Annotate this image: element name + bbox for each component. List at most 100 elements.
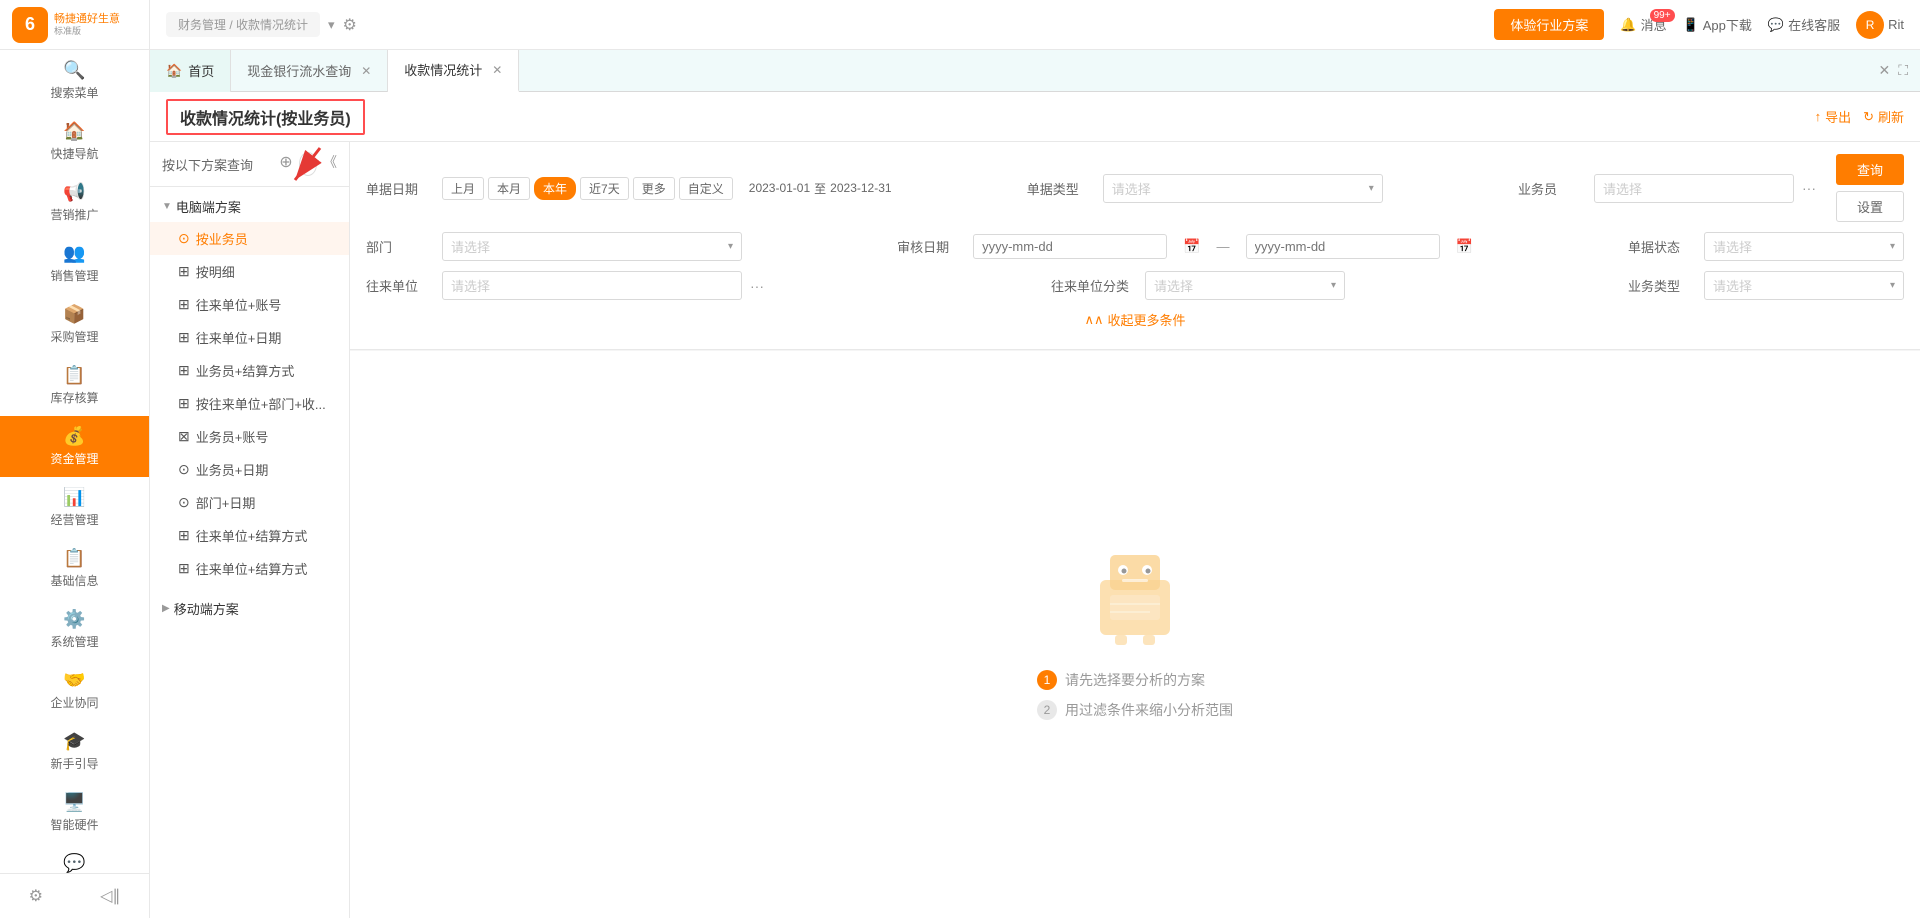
sidebar-item-inventory[interactable]: 📋 库存核算 [0, 355, 149, 416]
salesman-select[interactable]: 请选择 [1594, 174, 1794, 203]
collapse-more-conditions-button[interactable]: ∧∧ 收起更多条件 [1084, 310, 1185, 329]
left-panel-header: 按以下方案查询 ⊕ ⚙ 《 [150, 142, 349, 187]
user-avatar[interactable]: R Rit [1856, 11, 1904, 39]
sidebar-item-search-menu[interactable]: 🔍 搜索菜单 [0, 50, 149, 111]
empty-tip-2: 2 用过滤条件来缩小分析范围 [1037, 700, 1233, 720]
dropdown-arrow-icon[interactable]: ▾ [328, 17, 335, 33]
scheme-item-unit-date[interactable]: ⊞ 往来单位+日期 [150, 321, 349, 354]
scheme-item-by-detail[interactable]: ⊞ 按明细 [150, 255, 349, 288]
sidebar-item-basic-info[interactable]: 📋 基础信息 [0, 538, 149, 599]
review-date-calendar-start-icon[interactable]: 📅 [1183, 238, 1200, 255]
doc-status-select[interactable]: 请选择 ▾ [1704, 232, 1904, 261]
collapse-left-panel-icon[interactable]: 《 [323, 152, 337, 176]
home-icon: 🏠 [63, 121, 85, 142]
sidebar-item-system[interactable]: ⚙️ 系统管理 [0, 599, 149, 660]
date-btn-last-month[interactable]: 上月 [442, 177, 484, 200]
close-window-icon[interactable]: ✕ [1878, 62, 1890, 79]
date-btn-this-month[interactable]: 本月 [488, 177, 530, 200]
tab-home[interactable]: 🏠 首页 [150, 50, 231, 92]
maximize-icon[interactable]: ⛶ [1898, 62, 1908, 79]
scheme-item-dept-date[interactable]: ⊙ 部门+日期 [150, 486, 349, 519]
tab-receipt-stats-close-icon[interactable]: ✕ [492, 63, 502, 77]
date-label: 单据日期 [366, 179, 426, 198]
empty-state: 1 请先选择要分析的方案 2 用过滤条件来缩小分析范围 [350, 351, 1920, 918]
partner-category-select[interactable]: 请选择 ▾ [1145, 271, 1345, 300]
sidebar-item-sales[interactable]: 👥 销售管理 [0, 233, 149, 294]
date-btn-this-year[interactable]: 本年 [534, 177, 576, 200]
review-date-start-input[interactable] [973, 234, 1167, 259]
sidebar-item-wechat[interactable]: 💬 企业微信 [0, 843, 149, 873]
settings-button[interactable]: 设置 [1836, 191, 1904, 222]
filter-row-3: 往来单位 请选择 ··· 往来单位分类 请选择 ▾ [366, 271, 1904, 300]
sidebar-item-operations[interactable]: 📊 经营管理 [0, 477, 149, 538]
dept-label: 部门 [366, 237, 426, 256]
desktop-scheme-group: ▼ 电脑端方案 ⊙ 按业务员 ⊞ 按明细 ⊞ 往来单位+账号 [150, 187, 349, 589]
doc-status-chevron-icon: ▾ [1890, 241, 1895, 252]
doc-type-select[interactable]: 请选择 ▾ [1103, 174, 1383, 203]
scheme-item-by-salesman[interactable]: ⊙ 按业务员 [150, 222, 349, 255]
scheme-item-salesman-method[interactable]: ⊞ 业务员+结算方式 [150, 354, 349, 387]
app-download-button[interactable]: 📱 App下载 [1683, 15, 1752, 34]
salesman-label: 业务员 [1518, 179, 1578, 198]
basic-info-icon: 📋 [63, 548, 85, 569]
scheme-item-unit-dept-receipt[interactable]: ⊞ 按往来单位+部门+收... [150, 387, 349, 420]
scheme-item-unit-method3[interactable]: ⊞ 往来单位+结算方式 [150, 552, 349, 585]
salesman-more-icon[interactable]: ··· [1802, 180, 1816, 196]
salesman-account-icon: ⊠ [178, 428, 190, 445]
review-date-end-input[interactable] [1246, 234, 1440, 259]
top-header: 财务管理 / 收款情况统计 ▾ ⚙ 体验行业方案 🔔 消息 99+ 📱 App下… [150, 0, 1920, 50]
settings-icon[interactable]: ⚙ [343, 15, 357, 35]
sidebar-item-purchase[interactable]: 📦 采购管理 [0, 294, 149, 355]
online-service-button[interactable]: 💬 在线客服 [1768, 15, 1840, 34]
sidebar-footer: ⚙ ◁∥ [0, 873, 149, 918]
biz-type-chevron-icon: ▾ [1890, 280, 1895, 291]
dept-chevron-icon: ▾ [728, 241, 733, 252]
trial-button[interactable]: 体验行业方案 [1494, 9, 1604, 40]
mobile-group-expand-icon: ▶ [162, 603, 170, 614]
sidebar-item-guide[interactable]: 🎓 新手引导 [0, 721, 149, 782]
unit-method2-icon: ⊞ [178, 527, 190, 544]
review-date-calendar-end-icon[interactable]: 📅 [1456, 238, 1473, 255]
inventory-icon: 📋 [63, 365, 85, 386]
partner-select[interactable]: 请选择 [442, 271, 742, 300]
sidebar-item-finance[interactable]: 💰 资金管理 [0, 416, 149, 477]
scheme-item-unit-method2[interactable]: ⊞ 往来单位+结算方式 [150, 519, 349, 552]
scheme-settings-icon[interactable]: ⚙ [299, 152, 317, 176]
notification-icon: 🔔 [1620, 17, 1636, 33]
tab-bank-flow[interactable]: 现金银行流水查询 ✕ [231, 50, 388, 92]
mobile-group-header[interactable]: ▶ 移动端方案 [150, 593, 349, 624]
date-btn-more[interactable]: 更多 [633, 177, 675, 200]
desktop-group-header[interactable]: ▼ 电脑端方案 [150, 191, 349, 222]
tab-receipt-stats[interactable]: 收款情况统计 ✕ [388, 50, 519, 92]
main-area: 财务管理 / 收款情况统计 ▾ ⚙ 体验行业方案 🔔 消息 99+ 📱 App下… [150, 0, 1920, 918]
collapse-sidebar-icon[interactable]: ◁∥ [100, 886, 120, 906]
export-button[interactable]: ↑ 导出 [1815, 107, 1852, 126]
scheme-item-salesman-account[interactable]: ⊠ 业务员+账号 [150, 420, 349, 453]
sidebar-item-smart-hw[interactable]: 🖥️ 智能硬件 [0, 782, 149, 843]
scheme-item-salesman-date[interactable]: ⊙ 业务员+日期 [150, 453, 349, 486]
sidebar-item-enterprise[interactable]: 🤝 企业协同 [0, 660, 149, 721]
date-btn-custom[interactable]: 自定义 [679, 177, 733, 200]
scheme-item-unit-account[interactable]: ⊞ 往来单位+账号 [150, 288, 349, 321]
salesman-date-icon: ⊙ [178, 461, 190, 478]
sidebar-item-quick-nav[interactable]: 🏠 快捷导航 [0, 111, 149, 172]
logo-text: 畅捷通好生意 标准版 [54, 12, 120, 38]
salesman-scheme-icon: ⊙ [178, 230, 190, 247]
unit-account-icon: ⊞ [178, 296, 190, 313]
add-scheme-icon[interactable]: ⊕ [279, 152, 292, 176]
sidebar-item-marketing[interactable]: 📢 营销推广 [0, 172, 149, 233]
query-button[interactable]: 查询 [1836, 154, 1904, 185]
biz-type-select[interactable]: 请选择 ▾ [1704, 271, 1904, 300]
date-btn-7days[interactable]: 近7天 [580, 177, 629, 200]
filter-area: 单据日期 上月 本月 本年 近7天 更多 自定义 2023-01-01 至 [350, 142, 1920, 350]
refresh-button[interactable]: ↻ 刷新 [1863, 107, 1904, 126]
partner-more-icon[interactable]: ··· [750, 278, 764, 294]
dept-select[interactable]: 请选择 ▾ [442, 232, 742, 261]
tabs-bar: 🏠 首页 现金银行流水查询 ✕ 收款情况统计 ✕ ✕ ⛶ [150, 50, 1920, 92]
page-title: 收款情况统计(按业务员) [180, 111, 351, 128]
settings-gear-icon[interactable]: ⚙ [29, 886, 43, 906]
export-icon: ↑ [1815, 109, 1822, 124]
refresh-icon: ↻ [1863, 109, 1874, 125]
tab-bank-flow-close-icon[interactable]: ✕ [361, 64, 371, 78]
notification-button[interactable]: 🔔 消息 99+ [1620, 15, 1666, 34]
